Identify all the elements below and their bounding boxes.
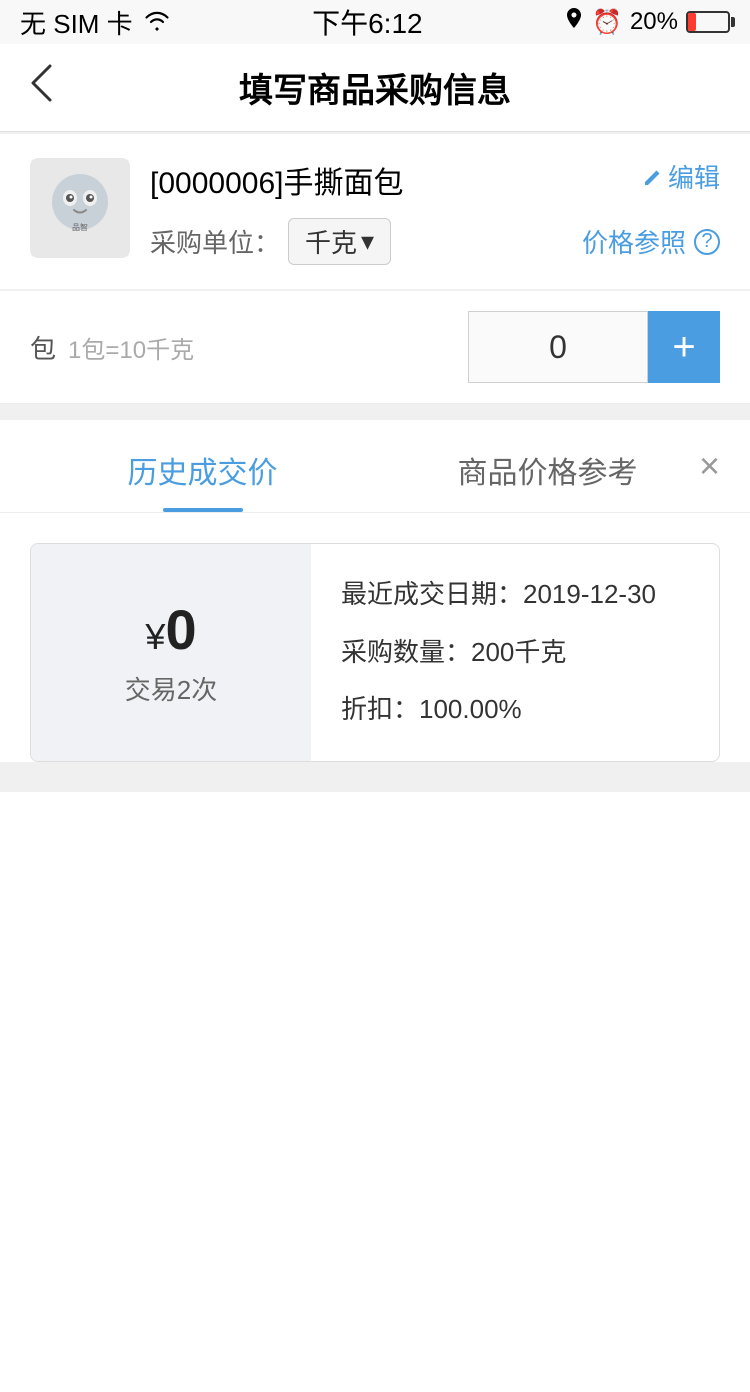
battery-icon — [686, 11, 730, 33]
price-card-right: 最近成交日期：2019-12-30 采购数量：200千克 折扣：100.00% — [311, 544, 719, 761]
price-card-left: ¥0 交易2次 — [31, 544, 311, 761]
price-reference-button[interactable]: 价格参照 ? — [582, 223, 720, 260]
chevron-down-icon: ▾ — [361, 226, 374, 257]
battery-percent: 20% — [630, 8, 678, 36]
status-bar-left: 无 SIM 卡 — [20, 4, 171, 41]
svg-text:品智: 品智 — [72, 222, 88, 232]
discount-row: 折扣：100.00% — [341, 689, 689, 731]
unit-label: 采购单位： 千克 ▾ — [150, 218, 391, 265]
tab-close-button[interactable]: × — [689, 435, 730, 497]
price-transactions: 交易2次 — [125, 670, 217, 707]
page-title: 填写商品采购信息 — [239, 63, 511, 112]
status-bar: 无 SIM 卡 下午6:12 ⏰ 20% — [0, 0, 750, 44]
tabs-header: 历史成交价 商品价格参考 × — [0, 420, 750, 513]
product-info: [0000006]手撕面包 编辑 采购单位： 千克 ▾ 价格参照 ? — [150, 158, 720, 265]
tab-history-price[interactable]: 历史成交价 — [30, 420, 375, 512]
battery-fill — [688, 13, 696, 31]
quantity-input-group: 0 + — [468, 311, 720, 383]
nav-bar: 填写商品采购信息 — [0, 44, 750, 132]
product-unit-row: 采购单位： 千克 ▾ 价格参照 ? — [150, 218, 720, 265]
owl-icon: 品智 — [48, 170, 112, 246]
unit-badge: 包 — [30, 329, 56, 366]
product-logo: 品智 — [30, 158, 130, 258]
unit-select[interactable]: 千克 ▾ — [288, 218, 391, 265]
body-fill — [0, 792, 750, 1392]
tabs-section: 历史成交价 商品价格参考 × ¥0 交易2次 最近成交日期：2019-12-30… — [0, 420, 750, 762]
product-section: 品智 [0000006]手撕面包 编辑 采购单位： 千克 ▾ — [0, 134, 750, 289]
status-bar-right: ⏰ 20% — [564, 8, 730, 37]
wifi-icon — [143, 7, 171, 38]
price-value: ¥0 — [145, 597, 196, 662]
unit-hint: 1包=10千克 — [68, 330, 194, 365]
quantity-section: 包 1包=10千克 0 + — [0, 291, 750, 404]
quantity-row: 采购数量：200千克 — [341, 632, 689, 674]
tab-underline — [163, 508, 243, 512]
product-header: [0000006]手撕面包 编辑 — [150, 158, 720, 202]
location-icon — [564, 8, 584, 37]
question-icon: ? — [694, 229, 720, 255]
back-button[interactable] — [20, 54, 62, 121]
quantity-label: 包 1包=10千克 — [30, 329, 194, 366]
edit-button[interactable]: 编辑 — [642, 158, 720, 195]
price-card: ¥0 交易2次 最近成交日期：2019-12-30 采购数量：200千克 折扣：… — [30, 543, 720, 762]
status-bar-time: 下午6:12 — [312, 2, 423, 42]
carrier-label: 无 SIM 卡 — [20, 4, 133, 41]
tab-product-price-ref[interactable]: 商品价格参考 — [375, 420, 720, 512]
quantity-plus-button[interactable]: + — [648, 311, 720, 383]
latest-date-row: 最近成交日期：2019-12-30 — [341, 574, 689, 616]
product-name: [0000006]手撕面包 — [150, 158, 403, 202]
currency-symbol: ¥ — [145, 616, 165, 657]
quantity-input[interactable]: 0 — [468, 311, 648, 383]
alarm-icon: ⏰ — [592, 8, 622, 37]
